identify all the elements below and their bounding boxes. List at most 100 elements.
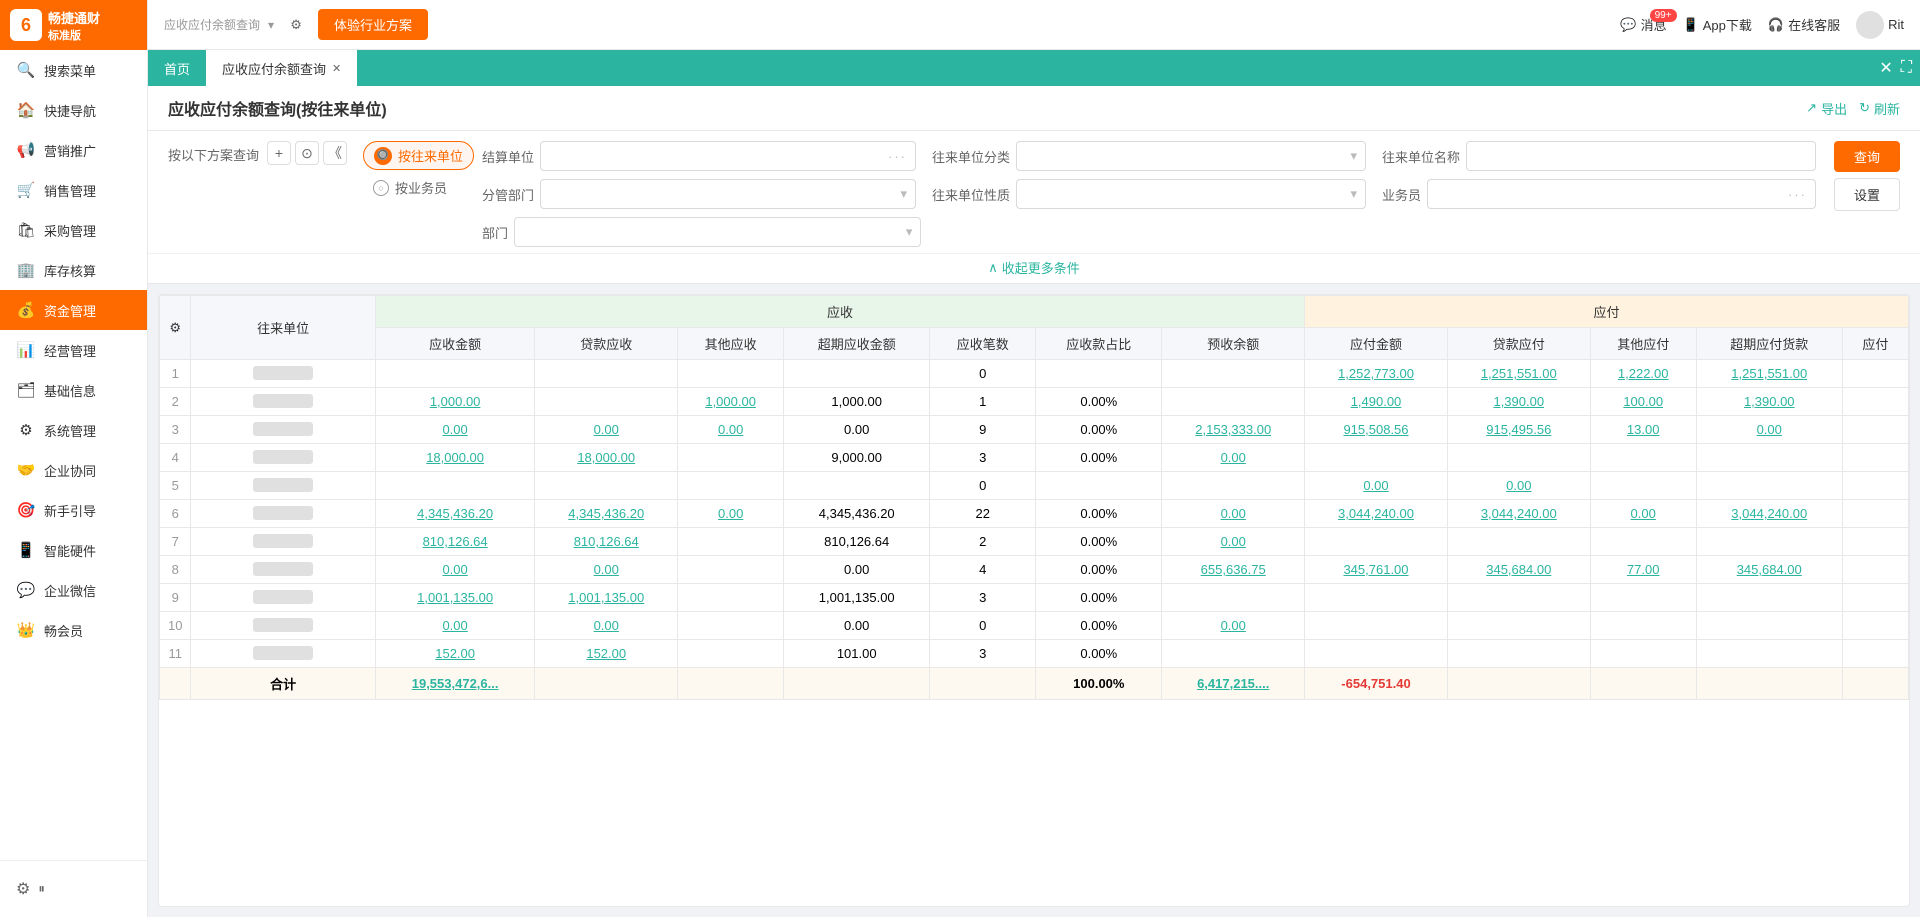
scheme-settings-button[interactable]: ⊙ (295, 141, 319, 165)
cell-ap-other: 100.00 (1590, 388, 1696, 416)
cell-ap-other: 77.00 (1590, 556, 1696, 584)
table-row: 1 0 1,252,773.00 1,251,551.00 1,222.00 1… (160, 360, 1909, 388)
scheme-add-button[interactable]: + (267, 141, 291, 165)
messages-button[interactable]: 💬 消息 99+ (1620, 15, 1666, 34)
online-service-button[interactable]: 🎧 在线客服 (1768, 15, 1840, 34)
filter-cell-bumen: 部门 ▾ (482, 217, 921, 247)
search-panel: 按以下方案查询 + ⊙ 《 🔘 按往来单位 ○ 按业务员 (148, 131, 1920, 284)
cell-ap-other: 13.00 (1590, 416, 1696, 444)
sidebar-item-system[interactable]: ⚙系统管理 (0, 410, 147, 450)
cell-ar-ratio (1036, 360, 1162, 388)
table-row: 4 18,000.00 18,000.00 9,000.00 3 0.00% 0… (160, 444, 1909, 472)
page-header-actions: ↗ 导出 ↻ 刷新 (1806, 99, 1900, 128)
cell-ar-count: 0 (930, 612, 1036, 640)
col-ar-count: 应收笔数 (930, 328, 1036, 360)
filter-row-2: 分管部门 ▾ 往来单位性质 ▾ 业务员 (482, 179, 1816, 209)
filter-input-danweiname[interactable] (1466, 141, 1816, 171)
table-row: 11 152.00 152.00 101.00 3 0.00% (160, 640, 1909, 668)
cell-unit (191, 416, 375, 444)
cell-ap-amount (1305, 528, 1448, 556)
cell-ap-other (1590, 584, 1696, 612)
total-ap-other (1590, 668, 1696, 700)
cell-ar-loan: 4,345,436.20 (535, 500, 678, 528)
sidebar-item-ops[interactable]: 📊经营管理 (0, 330, 147, 370)
sidebar-settings[interactable]: ⚙ ⏸ (0, 871, 147, 907)
cell-ar-other (678, 584, 784, 612)
tab-maximize-icon[interactable]: ⛶ (1901, 59, 1912, 77)
user-avatar (1856, 11, 1884, 39)
export-button[interactable]: ↗ 导出 (1806, 99, 1847, 118)
cell-ar-ratio: 0.00% (1036, 584, 1162, 612)
app-download-button[interactable]: 📱 App下载 (1683, 15, 1752, 34)
cell-ap-amount: 1,490.00 (1305, 388, 1448, 416)
sidebar-label-enterprise: 企业协同 (44, 461, 96, 480)
sidebar-item-member[interactable]: 👑畅会员 (0, 610, 147, 650)
cell-ar-amount: 1,000.00 (375, 388, 534, 416)
sidebar-item-hardware[interactable]: 📱智能硬件 (0, 530, 147, 570)
scheme-by-unit[interactable]: 🔘 按往来单位 (363, 141, 474, 170)
tab-ar-ap[interactable]: 应收应付余额查询 ✕ (206, 50, 357, 86)
cell-unit (191, 472, 375, 500)
cell-unit (191, 500, 375, 528)
collapse-row[interactable]: ∧ 收起更多条件 (148, 253, 1920, 283)
cell-ar-count: 22 (930, 500, 1036, 528)
filter-input-danweifenlei[interactable]: ▾ (1016, 141, 1366, 171)
sidebar-item-quick-nav[interactable]: 🏠快捷导航 (0, 90, 147, 130)
cell-ap-other: 0.00 (1590, 500, 1696, 528)
tab-ar-ap-close-icon[interactable]: ✕ (332, 62, 341, 75)
sidebar-item-basic[interactable]: 🗂基础信息 (0, 370, 147, 410)
sidebar-item-finance[interactable]: 💰资金管理 (0, 290, 147, 330)
sidebar-item-search-menu[interactable]: 🔍搜索菜单 (0, 50, 147, 90)
cell-ap-overdue (1696, 584, 1842, 612)
cell-ar-other (678, 640, 784, 668)
sidebar-item-purchase[interactable]: 🛍采购管理 (0, 210, 147, 250)
refresh-button[interactable]: ↻ 刷新 (1859, 99, 1900, 118)
filter-label-jisuandanwei: 结算单位 (482, 147, 534, 166)
sidebar-icon-basic: 🗂 (16, 380, 36, 400)
trial-button[interactable]: 体验行业方案 (318, 9, 428, 40)
cell-ar-prepay: 0.00 (1162, 612, 1305, 640)
sidebar-item-wechat[interactable]: 💬企业微信 (0, 570, 147, 610)
cell-ap-extra (1842, 388, 1908, 416)
blurred-unit (253, 422, 313, 436)
topbar-gear-button[interactable]: ⚙ (282, 11, 310, 39)
cell-ar-overdue: 1,000.00 (784, 388, 930, 416)
cell-ar-amount (375, 472, 534, 500)
query-button[interactable]: 查询 (1834, 141, 1900, 172)
cell-rownum: 3 (160, 416, 191, 444)
scheme-collapse-button[interactable]: 《 (323, 141, 347, 165)
tab-close-window-icon[interactable]: ✕ (1879, 58, 1892, 78)
col-ar-loan: 贷款应收 (535, 328, 678, 360)
settings-header[interactable]: ⚙ (160, 296, 191, 360)
sidebar-label-hardware: 智能硬件 (44, 541, 96, 560)
set-button[interactable]: 设置 (1834, 178, 1900, 211)
tabbar-actions: ✕ ⛶ (1879, 50, 1920, 86)
sidebar-item-sales[interactable]: 🛒销售管理 (0, 170, 147, 210)
cell-ap-amount (1305, 584, 1448, 612)
pause-icon: ⏸ (38, 881, 54, 897)
cell-ar-overdue (784, 360, 930, 388)
sidebar-item-enterprise[interactable]: 🤝企业协同 (0, 450, 147, 490)
scheme-by-salesman[interactable]: ○ 按业务员 (363, 174, 474, 201)
filter-input-yewuyuan[interactable]: ··· (1427, 179, 1816, 209)
blurred-unit (253, 366, 313, 380)
filter-input-fenguan[interactable]: ▾ (540, 179, 916, 209)
filter-input-bumen[interactable]: ▾ (514, 217, 921, 247)
blurred-unit (253, 562, 313, 576)
cell-ap-loan (1447, 612, 1590, 640)
cell-ap-extra (1842, 556, 1908, 584)
cell-ar-other: 0.00 (678, 416, 784, 444)
filter-input-jisuandanwei[interactable]: ··· (540, 141, 916, 171)
tab-home[interactable]: 首页 (148, 50, 206, 86)
cell-ar-overdue: 0.00 (784, 612, 930, 640)
table-row: 5 0 0.00 0.00 (160, 472, 1909, 500)
cell-ap-overdue: 0.00 (1696, 416, 1842, 444)
sidebar-item-marketing[interactable]: 📢营销推广 (0, 130, 147, 170)
filter-label-danweifenlei: 往来单位分类 (932, 147, 1010, 166)
cell-ar-amount: 810,126.64 (375, 528, 534, 556)
user-menu[interactable]: Rit (1856, 11, 1904, 39)
filter-input-xingzhi[interactable]: ▾ (1016, 179, 1366, 209)
sidebar-item-newbie[interactable]: 🎯新手引导 (0, 490, 147, 530)
sidebar-item-inventory[interactable]: 🏢库存核算 (0, 250, 147, 290)
cell-ar-other (678, 472, 784, 500)
